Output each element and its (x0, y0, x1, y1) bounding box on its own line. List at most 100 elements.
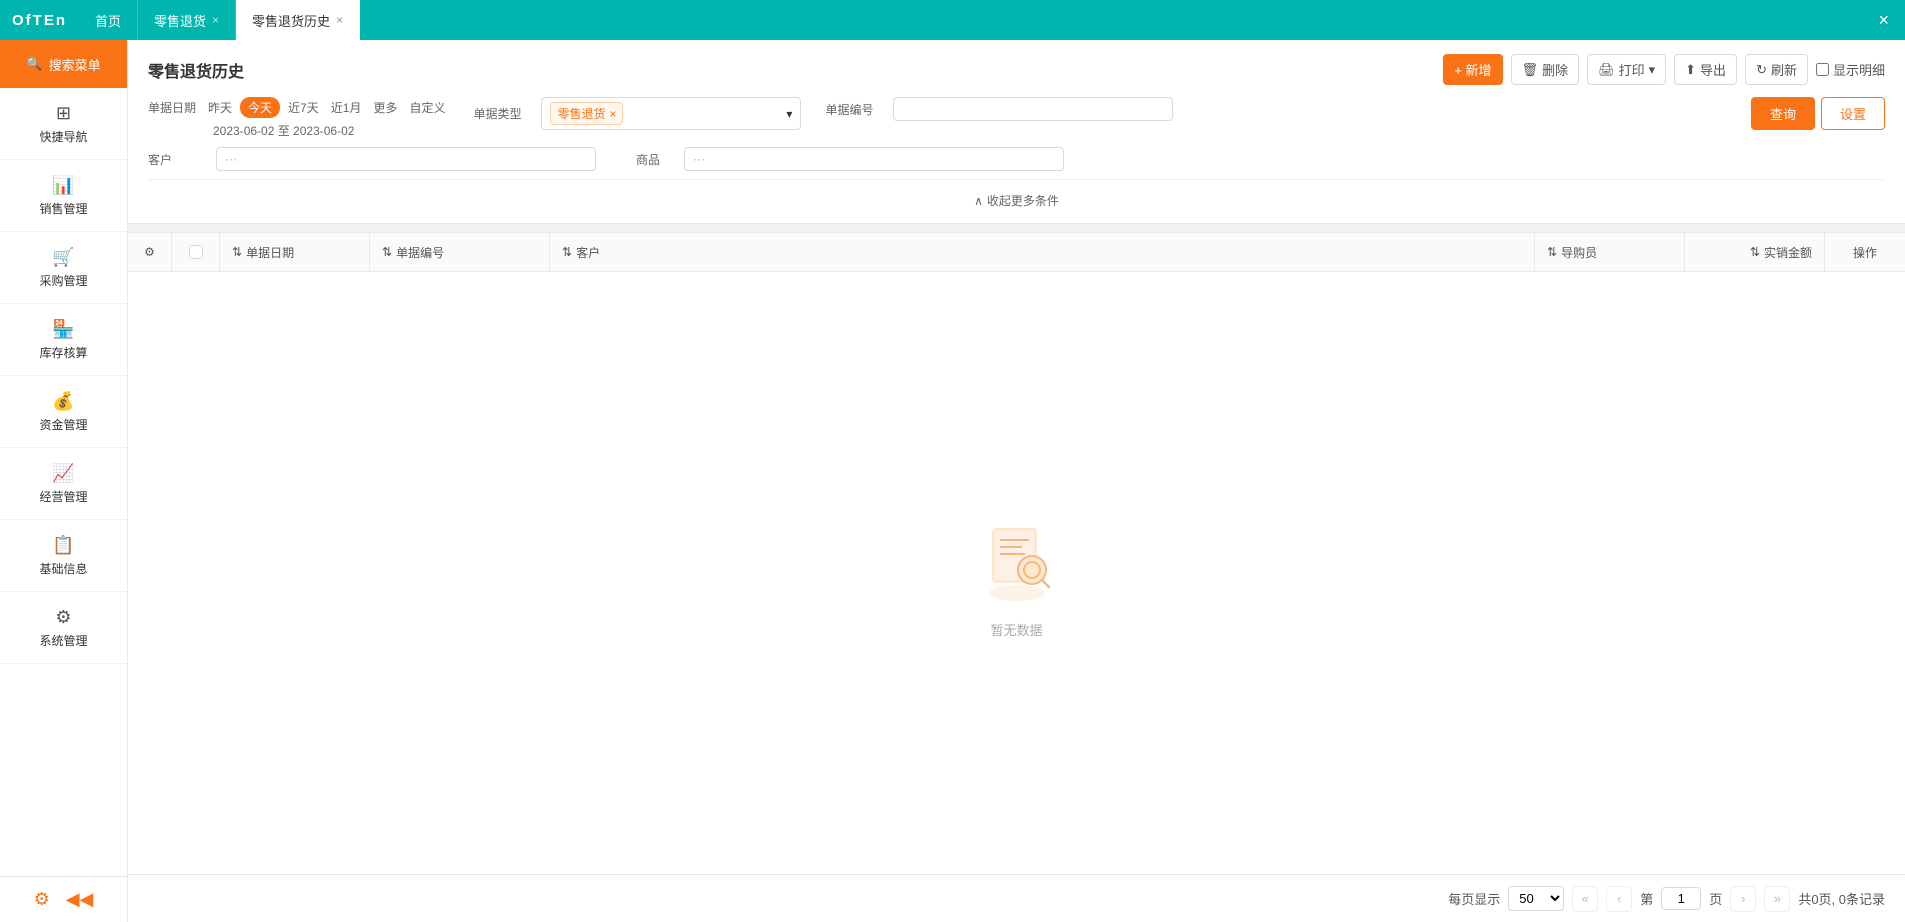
select-all-checkbox[interactable] (189, 245, 203, 259)
top-bar: OfTEn 首页 零售退货 × 零售退货历史 × × (0, 0, 1905, 40)
page-label: 第 (1640, 889, 1653, 908)
filter-doc-type-select[interactable]: 零售退货 × ▾ (541, 97, 801, 130)
sidebar-item-finance[interactable]: 💰 资金管理 (0, 376, 127, 448)
sidebar: 🔍 搜索菜单 ⊞ 快捷导航 📊 销售管理 🛒 采购管理 🏪 库存核算 💰 (0, 40, 128, 922)
filter-doc-type-tag-close[interactable]: × (609, 107, 616, 121)
filter-goods-label: 商品 (636, 151, 676, 168)
filter-date-range: 2023-06-02 至 2023-06-02 (213, 122, 354, 139)
table-area: ⚙ ⇅ 单据日期 ⇅ 单据编号 ⇅ 客户 ⇅ (128, 232, 1905, 922)
export-icon: ⬆ (1685, 62, 1696, 78)
settings-filter-button[interactable]: 设置 (1821, 97, 1885, 130)
basic-info-icon: 📋 (53, 534, 75, 556)
pagination-bar: 每页显示 50 10 20 100 « ‹ 第 页 › » 共0页, 0条记录 (128, 874, 1905, 922)
sidebar-item-operations[interactable]: 📈 经营管理 (0, 448, 127, 520)
tab-retail-return-history[interactable]: 零售退货历史 × (236, 0, 360, 40)
sidebar-item-purchase[interactable]: 🛒 采购管理 (0, 232, 127, 304)
sidebar-item-basic-info[interactable]: 📋 基础信息 (0, 520, 127, 592)
sidebar-sound-icon[interactable]: ◀◀ (66, 889, 94, 910)
toolbar-actions: + 新增 🗑 删除 🖨 打印 ▾ ⬆ 导出 ↻ (1443, 54, 1885, 85)
shortcut-today[interactable]: 今天 (240, 97, 280, 118)
th-date[interactable]: ⇅ 单据日期 (220, 233, 370, 271)
prev-page-button[interactable]: ‹ (1606, 886, 1632, 912)
th-guide[interactable]: ⇅ 导购员 (1535, 233, 1685, 271)
date-shortcuts: 昨天 今天 近7天 近1月 更多 自定义 (204, 97, 449, 118)
sidebar-item-operations-label: 经营管理 (39, 488, 87, 505)
print-button[interactable]: 🖨 打印 ▾ (1587, 54, 1666, 85)
print-chevron-icon: ▾ (1649, 62, 1656, 78)
sidebar-menu: ⊞ 快捷导航 📊 销售管理 🛒 采购管理 🏪 库存核算 💰 资金管理 📈 (0, 88, 127, 876)
th-docno[interactable]: ⇅ 单据编号 (370, 233, 550, 271)
operations-icon: 📈 (53, 462, 75, 484)
search-icon: 🔍 (26, 56, 42, 72)
show-details-checkbox[interactable] (1816, 63, 1829, 76)
page-number-input[interactable] (1661, 887, 1701, 910)
tab-retail-return-label: 零售退货 (154, 11, 206, 30)
filter-row-1: 单据日期 昨天 今天 近7天 近1月 更多 自定义 2023-06-02 至 2… (148, 97, 1885, 139)
filter-doc-type-item: 单据类型 零售退货 × ▾ (473, 97, 801, 130)
last-page-button[interactable]: » (1764, 886, 1790, 912)
sidebar-item-quick-nav-label: 快捷导航 (39, 128, 87, 145)
sidebar-item-inventory-label: 库存核算 (39, 344, 87, 361)
filter-goods-select[interactable]: ··· (684, 147, 1064, 171)
purchase-icon: 🛒 (53, 246, 75, 268)
tab-retail-return-history-close[interactable]: × (336, 13, 343, 27)
filter-doc-type-label: 单据类型 (473, 105, 533, 122)
show-details-checkbox-label[interactable]: 显示明细 (1816, 60, 1885, 79)
th-settings[interactable]: ⚙ (128, 233, 172, 271)
finance-icon: 💰 (53, 390, 75, 412)
print-icon: 🖨 (1598, 62, 1615, 78)
per-page-select[interactable]: 50 10 20 100 (1508, 886, 1564, 911)
th-action: 操作 (1825, 233, 1905, 271)
shortcut-more[interactable]: 更多 (369, 98, 401, 117)
refresh-icon: ↻ (1756, 62, 1767, 78)
first-page-button[interactable]: « (1572, 886, 1598, 912)
th-customer-sort-icon: ⇅ (562, 245, 572, 259)
sidebar-item-quick-nav[interactable]: ⊞ 快捷导航 (0, 88, 127, 160)
filter-date-label: 单据日期 (148, 99, 196, 116)
sidebar-bottom: ⚙ ◀◀ (0, 876, 127, 922)
export-button[interactable]: ⬆ 导出 (1674, 54, 1737, 85)
filter-doc-no-input[interactable] (893, 97, 1173, 121)
table-body: 暂无数据 (128, 272, 1905, 874)
tab-retail-return-history-label: 零售退货历史 (252, 11, 330, 30)
tab-retail-return-close[interactable]: × (212, 13, 219, 27)
shortcut-yesterday[interactable]: 昨天 (204, 98, 236, 117)
shortcut-7days[interactable]: 近7天 (284, 98, 323, 117)
filter-doc-type-tag: 零售退货 × (550, 102, 623, 125)
tab-list: 首页 零售退货 × 零售退货历史 × (79, 0, 1862, 40)
sidebar-item-sales[interactable]: 📊 销售管理 (0, 160, 127, 232)
th-checkbox[interactable] (172, 233, 220, 271)
next-page-button[interactable]: › (1730, 886, 1756, 912)
tab-retail-return[interactable]: 零售退货 × (138, 0, 236, 40)
main-layout: 🔍 搜索菜单 ⊞ 快捷导航 📊 销售管理 🛒 采购管理 🏪 库存核算 💰 (0, 40, 1905, 922)
sidebar-item-system-label: 系统管理 (39, 632, 87, 649)
sidebar-search[interactable]: 🔍 搜索菜单 (0, 40, 127, 88)
sales-icon: 📊 (53, 174, 75, 196)
refresh-button[interactable]: ↻ 刷新 (1745, 54, 1808, 85)
add-button[interactable]: + 新增 (1443, 54, 1502, 85)
sidebar-item-purchase-label: 采购管理 (39, 272, 87, 289)
delete-button[interactable]: 🗑 删除 (1511, 54, 1580, 85)
th-amount-sort-icon: ⇅ (1750, 245, 1760, 259)
sidebar-settings-icon[interactable]: ⚙ (34, 889, 50, 910)
query-button[interactable]: 查询 (1751, 97, 1815, 130)
th-customer[interactable]: ⇅ 客户 (550, 233, 1535, 271)
page-header: 零售退货历史 + 新增 🗑 删除 🖨 打印 ▾ ⬆ 导出 (128, 40, 1905, 224)
window-close-button[interactable]: × (1862, 0, 1905, 40)
page-title: 零售退货历史 (148, 58, 244, 82)
per-page-label: 每页显示 (1448, 889, 1500, 908)
total-info: 共0页, 0条记录 (1798, 889, 1885, 908)
shortcut-1month[interactable]: 近1月 (327, 98, 366, 117)
inventory-icon: 🏪 (53, 318, 75, 340)
collapse-button[interactable]: ∧ 收起更多条件 (962, 186, 1071, 215)
sidebar-item-system[interactable]: ⚙ 系统管理 (0, 592, 127, 664)
sidebar-search-label: 搜索菜单 (49, 55, 101, 74)
settings-gear-icon: ⚙ (144, 245, 155, 259)
tab-home[interactable]: 首页 (79, 0, 138, 40)
filter-customer-select[interactable]: ··· (216, 147, 596, 171)
th-amount[interactable]: ⇅ 实销金额 (1685, 233, 1825, 271)
shortcut-custom[interactable]: 自定义 (405, 98, 449, 117)
tab-home-label: 首页 (95, 11, 121, 30)
page-title-row: 零售退货历史 + 新增 🗑 删除 🖨 打印 ▾ ⬆ 导出 (148, 54, 1885, 85)
sidebar-item-inventory[interactable]: 🏪 库存核算 (0, 304, 127, 376)
